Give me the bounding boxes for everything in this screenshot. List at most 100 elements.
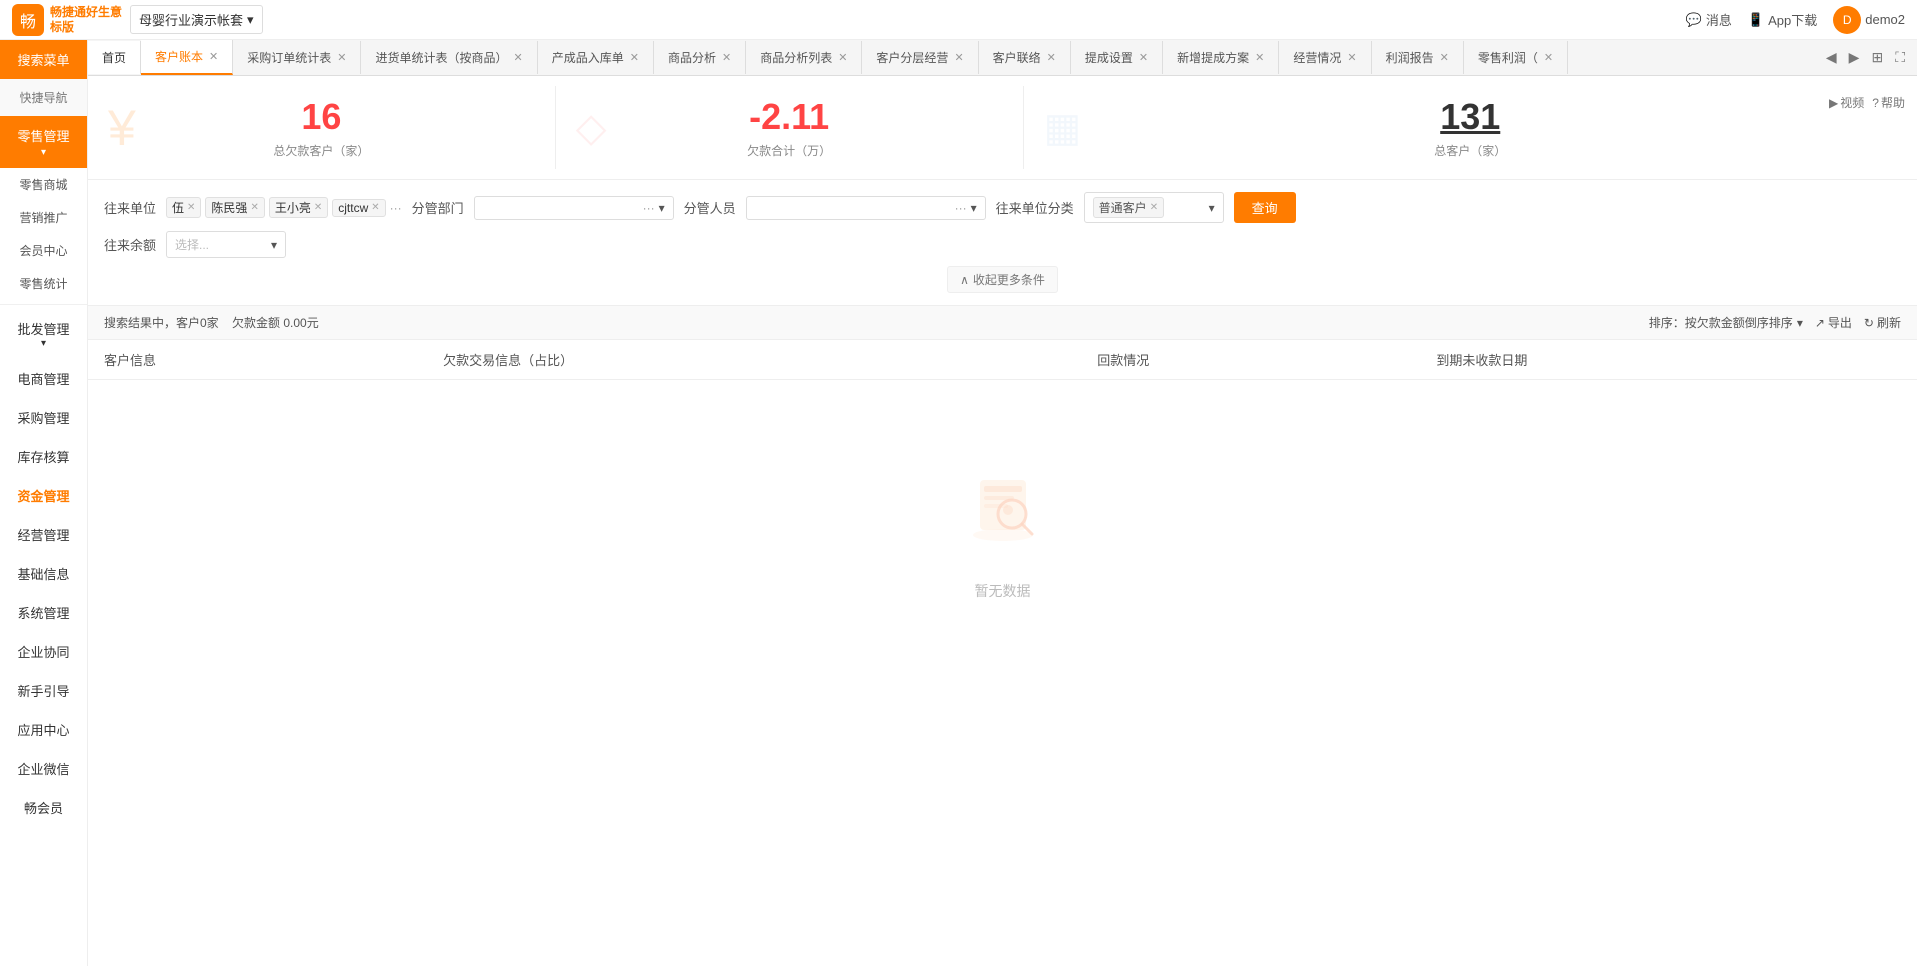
tab-fullscreen-btn[interactable]: ⛶ bbox=[1891, 47, 1909, 68]
tab-close-purchase-order[interactable]: ✕ bbox=[337, 51, 346, 64]
app-download-btn[interactable]: 📱 App下载 bbox=[1748, 10, 1817, 29]
tab-close-new-boost[interactable]: ✕ bbox=[1255, 51, 1264, 64]
tab-actions: ◀ ▶ ⊞ ⛶ bbox=[1814, 47, 1917, 68]
tab-prev-btn[interactable]: ◀ bbox=[1822, 47, 1841, 68]
stat-icon-3: ▦ bbox=[1044, 105, 1082, 151]
sidebar-item-new-guide[interactable]: 新手引导 bbox=[0, 671, 87, 710]
empty-text: 暂无数据 bbox=[975, 581, 1031, 601]
tab-close-cost-entry[interactable]: ✕ bbox=[630, 51, 639, 64]
stat-actions: ▶ 视频 ? 帮助 bbox=[1829, 94, 1905, 111]
stat-value-3: 131 bbox=[1440, 96, 1500, 138]
sidebar-quick-nav[interactable]: 快捷导航 bbox=[0, 79, 87, 116]
tab-goods-analysis[interactable]: 商品分析 ✕ bbox=[654, 41, 746, 74]
remove-classify-tag[interactable]: ✕ bbox=[1150, 203, 1158, 213]
filter-unit-tags: 伍 ✕ 陈民强 ✕ 王小亮 ✕ cjttcw ✕ bbox=[166, 197, 402, 218]
logo-icon: 畅 bbox=[12, 4, 44, 36]
filter-more-btn[interactable]: ··· bbox=[390, 201, 402, 215]
sidebar-item-finance[interactable]: 资金管理 bbox=[0, 476, 87, 515]
export-icon: ↗ bbox=[1815, 316, 1825, 330]
table-header: 客户信息 欠款交易信息（占比） 回款情况 到期未收款日期 bbox=[88, 340, 1917, 380]
remove-tag-cjttcw[interactable]: ✕ bbox=[371, 203, 379, 213]
tab-close-inventory-stats[interactable]: ✕ bbox=[514, 51, 523, 64]
tab-expand-btn[interactable]: ⊞ bbox=[1867, 47, 1887, 68]
sidebar-item-marketing[interactable]: 营销推广 bbox=[0, 201, 87, 234]
filter-unit-label: 往来单位 bbox=[104, 198, 156, 217]
sidebar-item-ecommerce[interactable]: 电商管理 bbox=[0, 359, 87, 398]
help-btn[interactable]: ? 帮助 bbox=[1872, 94, 1905, 111]
sidebar-item-zero-retail[interactable]: 零售管理 ▾ bbox=[0, 116, 87, 168]
tab-goods-analysis-list[interactable]: 商品分析列表 ✕ bbox=[746, 41, 862, 74]
tab-close-retail-profit[interactable]: ✕ bbox=[1544, 51, 1553, 64]
tab-next-btn[interactable]: ▶ bbox=[1845, 47, 1864, 68]
chevron-down-icon: ▾ bbox=[247, 12, 254, 28]
refresh-icon: ↻ bbox=[1864, 316, 1874, 330]
dept-chevron-icon: ▾ bbox=[659, 201, 665, 215]
remove-tag-chen[interactable]: ✕ bbox=[250, 203, 258, 213]
tab-close-operation-status[interactable]: ✕ bbox=[1347, 51, 1356, 64]
tab-close-goods-analysis-list[interactable]: ✕ bbox=[838, 51, 847, 64]
person-more-icon: ··· bbox=[955, 201, 967, 215]
sidebar-item-zero-mall[interactable]: 零售商城 bbox=[0, 168, 87, 201]
sort-selector[interactable]: 排序：按欠款金额倒序排序 ▾ bbox=[1649, 314, 1803, 331]
help-icon: ? bbox=[1872, 96, 1879, 110]
top-bar-left: 畅 畅捷通好生意 标版 母婴行业演示帐套 ▾ bbox=[12, 4, 263, 36]
tab-purchase-order[interactable]: 采购订单统计表 ✕ bbox=[233, 41, 361, 74]
stat-total-customers: ▦ 131 总客户（家） ▶ 视频 ? 帮助 bbox=[1024, 86, 1917, 169]
tab-close-profit-report[interactable]: ✕ bbox=[1440, 51, 1449, 64]
filter-classify-label: 往来单位分类 bbox=[996, 198, 1074, 217]
tab-new-boost[interactable]: 新增提成方案 ✕ bbox=[1163, 41, 1279, 74]
query-button[interactable]: 查询 bbox=[1234, 192, 1296, 223]
filter-balance-select[interactable]: 选择... ▾ bbox=[166, 231, 286, 258]
sidebar-item-retail-stats[interactable]: 零售统计 bbox=[0, 267, 87, 300]
tab-cost-entry[interactable]: 产成品入库单 ✕ bbox=[538, 41, 654, 74]
tab-boost-settings[interactable]: 提成设置 ✕ bbox=[1071, 41, 1163, 74]
sidebar-item-batch[interactable]: 批发管理 ▾ bbox=[0, 309, 87, 359]
filter-person-select[interactable]: ··· ▾ bbox=[746, 196, 986, 220]
table-header-row: 客户信息 欠款交易信息（占比） 回款情况 到期未收款日期 bbox=[88, 340, 1917, 380]
refresh-btn[interactable]: ↻ 刷新 bbox=[1864, 314, 1901, 331]
message-btn[interactable]: 💬 消息 bbox=[1686, 10, 1732, 29]
sidebar-item-app-center[interactable]: 应用中心 bbox=[0, 710, 87, 749]
tab-bar: 首页 客户账本 ✕ 采购订单统计表 ✕ 进货单统计表（按商品） ✕ 产成品入库单… bbox=[88, 40, 1917, 76]
export-btn[interactable]: ↗ 导出 bbox=[1815, 314, 1852, 331]
sidebar-item-purchase[interactable]: 采购管理 bbox=[0, 398, 87, 437]
tab-operation-status[interactable]: 经营情况 ✕ bbox=[1279, 41, 1371, 74]
avatar: D bbox=[1833, 6, 1861, 34]
tab-inventory-stats[interactable]: 进货单统计表（按商品） ✕ bbox=[361, 41, 537, 74]
remove-tag-wu[interactable]: ✕ bbox=[187, 203, 195, 213]
main-layout: 搜索菜单 快捷导航 零售管理 ▾ 零售商城 营销推广 会员中心 零售统计 批发管… bbox=[0, 40, 1917, 966]
tab-customer-contact[interactable]: 客户联络 ✕ bbox=[979, 41, 1071, 74]
sidebar-search[interactable]: 搜索菜单 bbox=[0, 40, 87, 79]
stat-icon-1: ¥ bbox=[108, 99, 136, 157]
sidebar-item-member-vip[interactable]: 畅会员 bbox=[0, 788, 87, 827]
tab-customer-segment[interactable]: 客户分层经营 ✕ bbox=[862, 41, 978, 74]
sidebar-item-system[interactable]: 系统管理 bbox=[0, 593, 87, 632]
account-selector[interactable]: 母婴行业演示帐套 ▾ bbox=[130, 5, 263, 34]
sidebar-item-wechat[interactable]: 企业微信 bbox=[0, 749, 87, 788]
collapse-btn[interactable]: ∧ 收起更多条件 bbox=[947, 266, 1058, 293]
sidebar-item-enterprise[interactable]: 企业协同 bbox=[0, 632, 87, 671]
tab-close-boost-settings[interactable]: ✕ bbox=[1139, 51, 1148, 64]
filter-row-1: 往来单位 伍 ✕ 陈民强 ✕ 王小亮 ✕ bbox=[104, 192, 1901, 223]
tab-close-customer-contact[interactable]: ✕ bbox=[1047, 51, 1056, 64]
sidebar-item-inventory[interactable]: 库存核算 bbox=[0, 437, 87, 476]
tab-close-goods-analysis[interactable]: ✕ bbox=[722, 51, 731, 64]
filter-area: 往来单位 伍 ✕ 陈民强 ✕ 王小亮 ✕ bbox=[88, 180, 1917, 306]
filter-dept-select[interactable]: ··· ▾ bbox=[474, 196, 674, 220]
user-menu[interactable]: D demo2 bbox=[1833, 6, 1905, 34]
tab-retail-profit[interactable]: 零售利润（ ✕ bbox=[1464, 41, 1568, 74]
result-info: 搜索结果中，客户0家 欠款金额 0.00元 bbox=[104, 314, 319, 331]
sidebar-item-member[interactable]: 会员中心 bbox=[0, 234, 87, 267]
tab-close-customer-segment[interactable]: ✕ bbox=[954, 51, 963, 64]
tab-profit-report[interactable]: 利润报告 ✕ bbox=[1372, 41, 1464, 74]
content-area: 首页 客户账本 ✕ 采购订单统计表 ✕ 进货单统计表（按商品） ✕ 产成品入库单… bbox=[88, 40, 1917, 966]
remove-tag-wang[interactable]: ✕ bbox=[314, 203, 322, 213]
sidebar-item-basic[interactable]: 基础信息 bbox=[0, 554, 87, 593]
tab-close-customer-balance[interactable]: ✕ bbox=[209, 50, 218, 63]
tab-home[interactable]: 首页 bbox=[88, 41, 141, 74]
tab-customer-balance[interactable]: 客户账本 ✕ bbox=[141, 40, 233, 75]
video-btn[interactable]: ▶ 视频 bbox=[1829, 94, 1864, 111]
stat-debt-total: ◇ -2.11 欠款合计（万） bbox=[556, 86, 1024, 169]
filter-classify-select[interactable]: 普通客户 ✕ ▾ bbox=[1084, 192, 1224, 223]
sidebar-item-operation[interactable]: 经营管理 bbox=[0, 515, 87, 554]
